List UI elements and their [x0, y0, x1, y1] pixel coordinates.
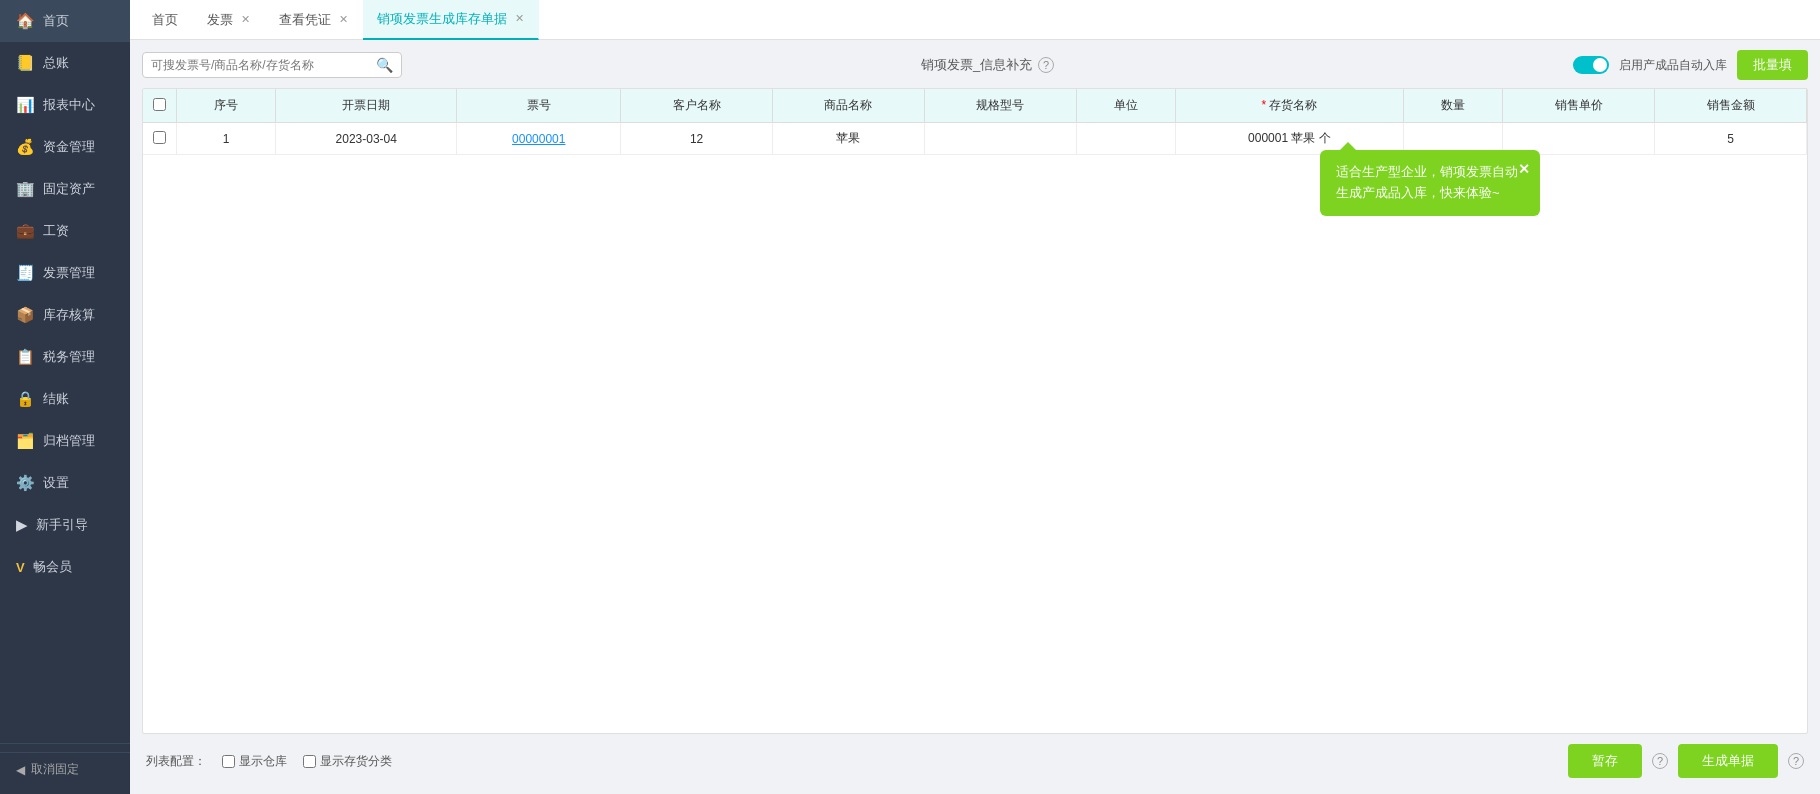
toolbar-right: 启用产成品自动入库 批量填: [1573, 50, 1808, 80]
tab-invoice-close[interactable]: ✕: [241, 13, 250, 26]
invoice-icon: 🧾: [16, 264, 35, 282]
sidebar-item-settings[interactable]: ⚙️ 设置: [0, 462, 130, 504]
generate-button[interactable]: 生成单据: [1678, 744, 1778, 778]
table-row: 1 2023-03-04 00000001 12 苹果 000001 苹果 个 …: [143, 123, 1807, 155]
sidebar-item-reports[interactable]: 📊 报表中心: [0, 84, 130, 126]
guide-icon: ▶: [16, 516, 28, 534]
batch-fill-button[interactable]: 批量填: [1737, 50, 1808, 80]
sidebar-item-archive[interactable]: 🗂️ 归档管理: [0, 420, 130, 462]
home-icon: 🏠: [16, 12, 35, 30]
row-checkbox-cell: [143, 123, 177, 155]
sidebar-item-funds[interactable]: 💰 资金管理: [0, 126, 130, 168]
tab-voucher-close[interactable]: ✕: [339, 13, 348, 26]
toolbar-left: 🔍: [142, 52, 402, 78]
sidebar-item-guide[interactable]: ▶ 新手引导: [0, 504, 130, 546]
sidebar-bottom: ◀ 取消固定: [0, 743, 130, 794]
footer-left: 列表配置： 显示仓库 显示存货分类: [146, 753, 392, 770]
sidebar-item-assets[interactable]: 🏢 固定资产: [0, 168, 130, 210]
row-date: 2023-03-04: [276, 123, 457, 155]
tab-voucher[interactable]: 查看凭证 ✕: [265, 0, 363, 40]
main-area: 首页 发票 ✕ 查看凭证 ✕ 销项发票生成库存单据 ✕ 🔍 销项发票_信息补充: [130, 0, 1820, 794]
show-category-checkbox[interactable]: [303, 755, 316, 768]
data-table: 序号 开票日期 票号 客户名称 商品名称 规格型号 单位 * 存货名称 数量 销…: [143, 89, 1807, 155]
sidebar: 🏠 首页 📒 总账 📊 报表中心 💰 资金管理 🏢 固定资产 💼 工资 🧾 发票…: [0, 0, 130, 794]
unpin-bar[interactable]: ◀ 取消固定: [0, 752, 130, 786]
footer-actions: 暂存 ? 生成单据 ?: [1568, 744, 1804, 778]
header-invoice-no: 票号: [457, 89, 621, 123]
header-spec: 规格型号: [924, 89, 1076, 123]
sidebar-item-vip[interactable]: V 畅会员: [0, 546, 130, 588]
funds-icon: 💰: [16, 138, 35, 156]
row-seq: 1: [177, 123, 276, 155]
tab-sales-storage[interactable]: 销项发票生成库存单据 ✕: [363, 0, 539, 40]
row-invoice-no[interactable]: 00000001: [457, 123, 621, 155]
tooltip-popup: ✕ 适合生产型企业，销项发票自动生成产成品入库，快来体验~: [1320, 150, 1540, 216]
unpin-icon: ◀: [16, 763, 25, 777]
sidebar-item-closing[interactable]: 🔒 结账: [0, 378, 130, 420]
row-amount: 5: [1655, 123, 1807, 155]
assets-icon: 🏢: [16, 180, 35, 198]
sidebar-item-payroll[interactable]: 💼 工资: [0, 210, 130, 252]
tab-invoice[interactable]: 发票 ✕: [193, 0, 265, 40]
search-input[interactable]: [151, 58, 376, 72]
header-checkbox-cell: [143, 89, 177, 123]
row-customer: 12: [621, 123, 773, 155]
sidebar-item-ledger[interactable]: 📒 总账: [0, 42, 130, 84]
show-warehouse-checkbox[interactable]: [222, 755, 235, 768]
row-checkbox[interactable]: [153, 131, 166, 144]
content-area: 🔍 销项发票_信息补充 ? 启用产成品自动入库 批量填: [130, 40, 1820, 794]
save-button[interactable]: 暂存: [1568, 744, 1642, 778]
vip-icon: V: [16, 560, 25, 575]
ledger-icon: 📒: [16, 54, 35, 72]
search-icon: 🔍: [376, 57, 393, 73]
closing-icon: 🔒: [16, 390, 35, 408]
tab-home[interactable]: 首页: [138, 0, 193, 40]
tax-icon: 📋: [16, 348, 35, 366]
toggle-label: 启用产成品自动入库: [1619, 57, 1727, 74]
toolbar-center: 销项发票_信息补充 ?: [921, 56, 1054, 74]
tab-sales-storage-close[interactable]: ✕: [515, 12, 524, 25]
header-unit-price: 销售单价: [1503, 89, 1655, 123]
show-category-label[interactable]: 显示存货分类: [303, 753, 392, 770]
auto-storage-toggle[interactable]: [1573, 56, 1609, 74]
toolbar: 🔍 销项发票_信息补充 ? 启用产成品自动入库 批量填: [142, 50, 1808, 80]
sidebar-item-tax[interactable]: 📋 税务管理: [0, 336, 130, 378]
generate-help-icon[interactable]: ?: [1788, 753, 1804, 769]
show-warehouse-label[interactable]: 显示仓库: [222, 753, 287, 770]
data-table-container: 序号 开票日期 票号 客户名称 商品名称 规格型号 单位 * 存货名称 数量 销…: [142, 88, 1808, 734]
header-amount: 销售金额: [1655, 89, 1807, 123]
sidebar-item-home[interactable]: 🏠 首页: [0, 0, 130, 42]
header-unit: 单位: [1076, 89, 1175, 123]
tooltip-text: 适合生产型企业，销项发票自动生成产成品入库，快来体验~: [1336, 164, 1518, 200]
header-customer: 客户名称: [621, 89, 773, 123]
header-qty: 数量: [1404, 89, 1503, 123]
payroll-icon: 💼: [16, 222, 35, 240]
select-all-checkbox[interactable]: [153, 98, 166, 111]
toggle-knob: [1593, 58, 1607, 72]
settings-icon: ⚙️: [16, 474, 35, 492]
header-seq: 序号: [177, 89, 276, 123]
info-label: 销项发票_信息补充: [921, 56, 1032, 74]
footer: 列表配置： 显示仓库 显示存货分类 暂存 ? 生成单据 ?: [142, 734, 1808, 784]
sidebar-item-invoice[interactable]: 🧾 发票管理: [0, 252, 130, 294]
save-help-icon[interactable]: ?: [1652, 753, 1668, 769]
info-help-icon[interactable]: ?: [1038, 57, 1054, 73]
row-product: 苹果: [773, 123, 925, 155]
archive-icon: 🗂️: [16, 432, 35, 450]
sidebar-item-inventory[interactable]: 📦 库存核算: [0, 294, 130, 336]
table-header-row: 序号 开票日期 票号 客户名称 商品名称 规格型号 单位 * 存货名称 数量 销…: [143, 89, 1807, 123]
tab-bar: 首页 发票 ✕ 查看凭证 ✕ 销项发票生成库存单据 ✕: [130, 0, 1820, 40]
header-inventory: * 存货名称: [1175, 89, 1403, 123]
search-box[interactable]: 🔍: [142, 52, 402, 78]
tooltip-close-button[interactable]: ✕: [1518, 158, 1530, 180]
header-date: 开票日期: [276, 89, 457, 123]
row-unit: [1076, 123, 1175, 155]
reports-icon: 📊: [16, 96, 35, 114]
inventory-icon: 📦: [16, 306, 35, 324]
config-label: 列表配置：: [146, 753, 206, 770]
row-spec: [924, 123, 1076, 155]
header-product: 商品名称: [773, 89, 925, 123]
